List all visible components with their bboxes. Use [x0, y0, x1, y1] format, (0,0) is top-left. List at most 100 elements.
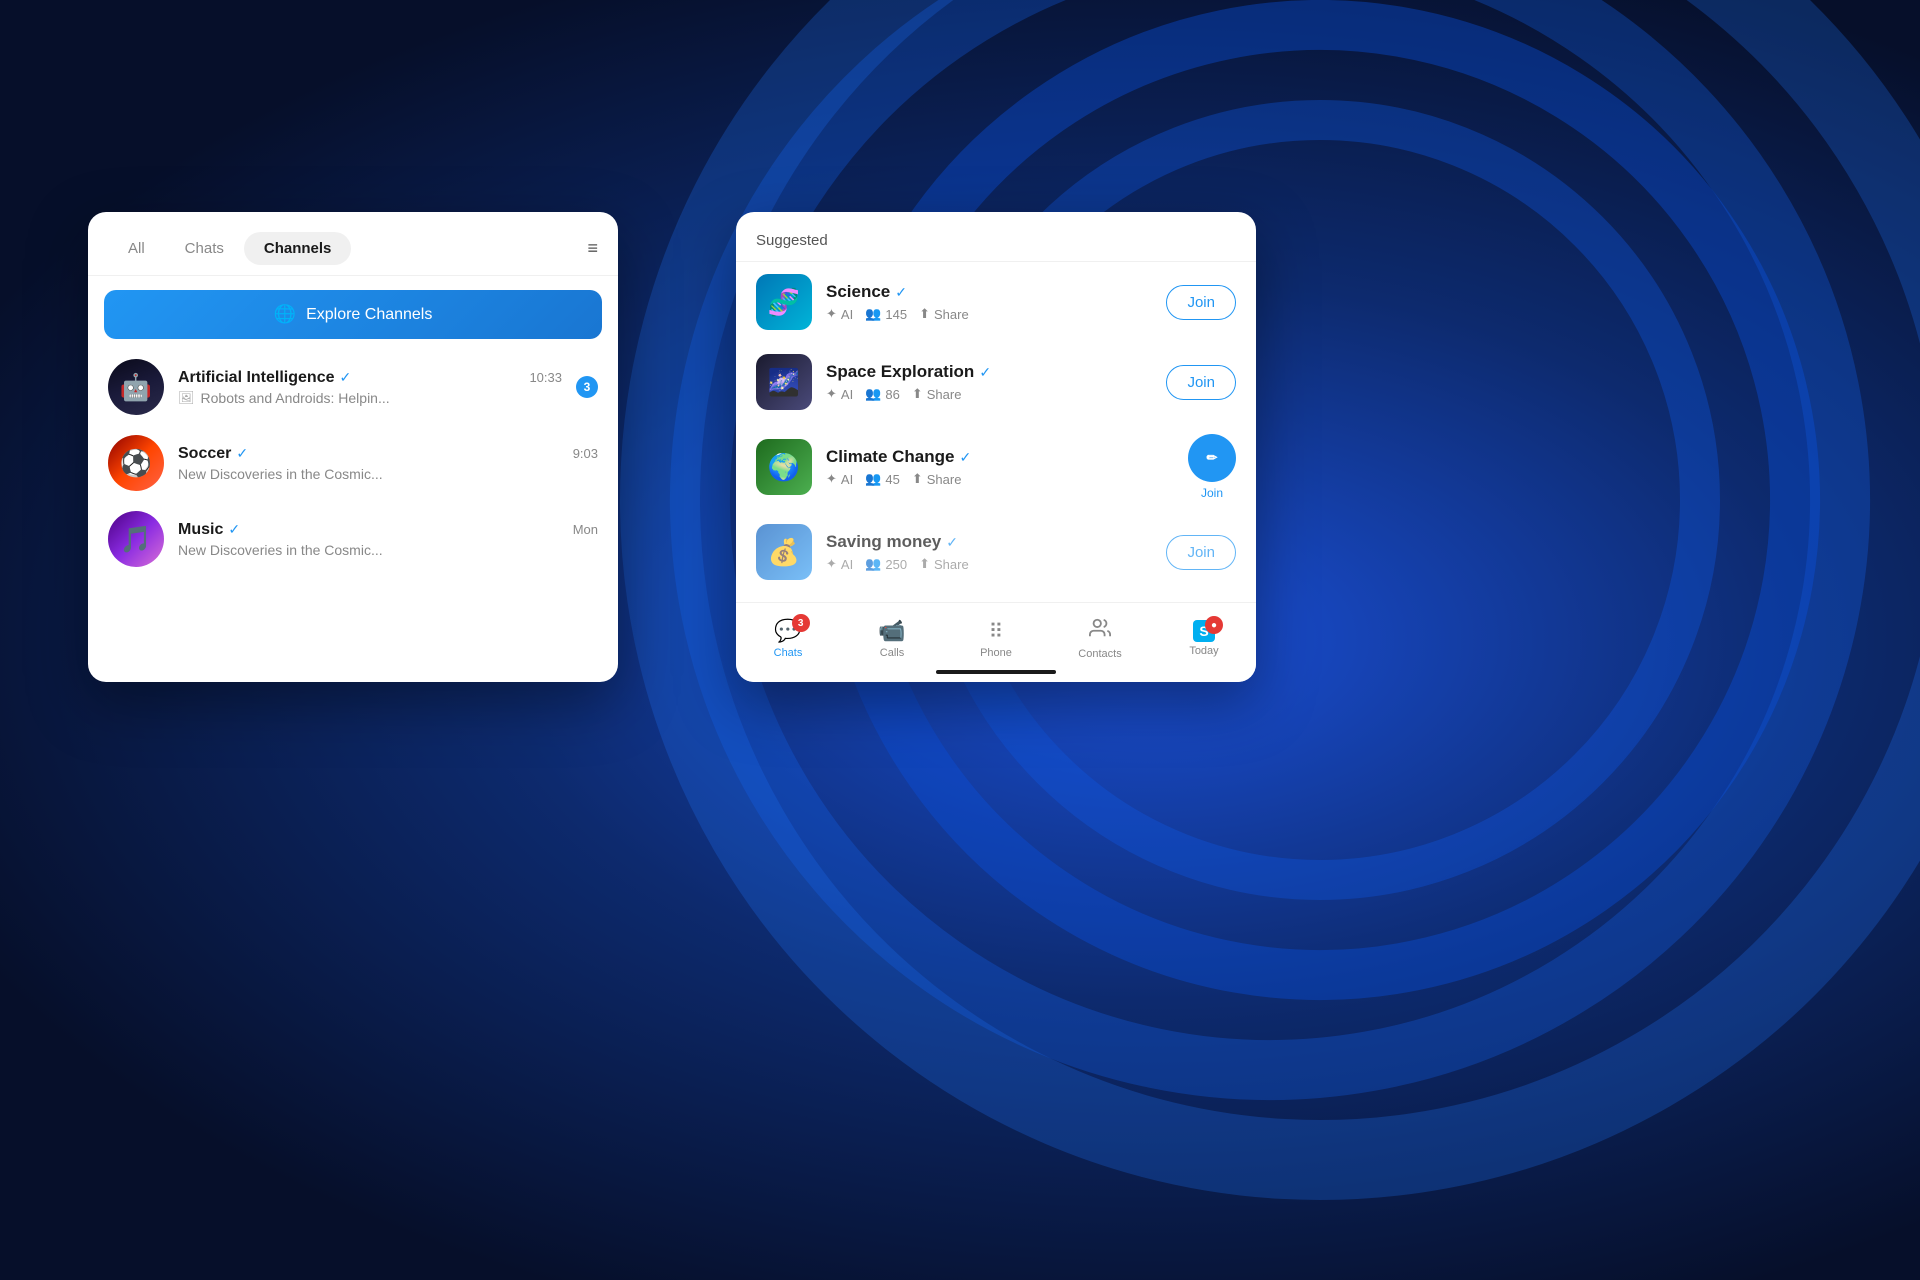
channel-name-soccer: Soccer: [178, 445, 231, 463]
suggested-name-row-science: Science ✓: [826, 282, 1152, 302]
channel-preview-music: New Discoveries in the Cosmic...: [178, 542, 598, 558]
channel-avatar-music: 🎵: [108, 511, 164, 567]
globe-icon: 🌐: [274, 304, 296, 325]
join-label-climate: Join: [1201, 486, 1223, 500]
channel-header-soccer: Soccer ✓ 9:03: [178, 445, 598, 463]
verified-badge-science: ✓: [895, 284, 907, 301]
suggested-name-row-space: Space Exploration ✓: [826, 362, 1152, 382]
nav-label-today: Today: [1189, 645, 1218, 657]
verified-badge-climate: ✓: [959, 449, 971, 466]
channel-preview-text-ai: Robots and Androids: Helpin...: [201, 390, 390, 406]
suggested-meta-climate: ✦ AI 👥 45 ⬆ Share: [826, 471, 1174, 487]
members-science: 👥 145: [865, 306, 907, 322]
nav-label-calls: Calls: [880, 647, 904, 659]
channel-name-row-ai: Artificial Intelligence ✓: [178, 369, 351, 387]
channel-header-ai: Artificial Intelligence ✓ 10:33: [178, 369, 562, 387]
compose-icon: ✏: [1207, 450, 1218, 466]
image-icon-ai: 🖼: [178, 390, 195, 406]
share-climate: ⬆ Share: [912, 471, 962, 487]
ai-label-science: ✦ AI: [826, 306, 853, 322]
suggested-panel: Suggested 🧬 Science ✓ ✦ AI 👥 145 ⬆ Share…: [736, 212, 1256, 682]
chats-badge: 3: [792, 614, 810, 632]
tab-chats[interactable]: Chats: [165, 232, 244, 265]
suggested-name-space: Space Exploration: [826, 362, 974, 382]
suggested-item-saving[interactable]: 💰 Saving money ✓ ✦ AI 👥 250 ⬆ Share Join: [744, 512, 1248, 592]
suggested-info-science: Science ✓ ✦ AI 👥 145 ⬆ Share: [826, 282, 1152, 322]
channel-avatar-ai: 🤖: [108, 359, 164, 415]
suggested-item-space[interactable]: 🌌 Space Exploration ✓ ✦ AI 👥 86 ⬆ Share …: [744, 342, 1248, 422]
explore-button-label: Explore Channels: [306, 306, 432, 324]
compose-fab-button[interactable]: ✏: [1188, 434, 1236, 482]
suggested-meta-saving: ✦ AI 👥 250 ⬆ Share: [826, 556, 1152, 572]
channel-preview-ai: 🖼 Robots and Androids: Helpin...: [178, 390, 562, 406]
ai-face-icon: 🤖: [108, 359, 164, 415]
space-img: 🌌: [756, 354, 812, 410]
channel-list: 🤖 Artificial Intelligence ✓ 10:33 🖼 Robo…: [88, 349, 618, 577]
nav-item-phone[interactable]: ⠿ Phone: [944, 619, 1048, 659]
channel-name-row-soccer: Soccer ✓: [178, 445, 248, 463]
channel-name-ai: Artificial Intelligence: [178, 369, 334, 387]
share-science: ⬆ Share: [919, 306, 969, 322]
channel-preview-text-music: New Discoveries in the Cosmic...: [178, 542, 383, 558]
home-indicator: [936, 670, 1056, 674]
verified-badge-music: ✓: [228, 521, 240, 538]
channel-item-ai[interactable]: 🤖 Artificial Intelligence ✓ 10:33 🖼 Robo…: [96, 349, 610, 425]
channel-name-music: Music: [178, 521, 223, 539]
tab-all[interactable]: All: [108, 232, 165, 265]
join-button-science[interactable]: Join: [1166, 285, 1236, 320]
suggested-meta-science: ✦ AI 👥 145 ⬆ Share: [826, 306, 1152, 322]
nav-item-calls[interactable]: 📹 Calls: [840, 618, 944, 659]
channel-time-soccer: 9:03: [573, 446, 598, 461]
suggested-avatar-science: 🧬: [756, 274, 812, 330]
join-button-saving[interactable]: Join: [1166, 535, 1236, 570]
ai-label-saving: ✦ AI: [826, 556, 853, 572]
suggested-meta-space: ✦ AI 👥 86 ⬆ Share: [826, 386, 1152, 402]
climate-img: 🌍: [756, 439, 812, 495]
verified-badge-soccer: ✓: [236, 445, 248, 462]
suggested-avatar-space: 🌌: [756, 354, 812, 410]
verified-badge-space: ✓: [979, 364, 991, 381]
channel-preview-text-soccer: New Discoveries in the Cosmic...: [178, 466, 383, 482]
explore-channels-button[interactable]: 🌐 Explore Channels: [104, 290, 602, 339]
contacts-nav-icon: [1089, 617, 1111, 645]
chats-nav-icon: 💬 3: [774, 618, 801, 644]
suggested-name-saving: Saving money: [826, 532, 941, 552]
phone-nav-icon: ⠿: [989, 619, 1004, 644]
join-fab-group: ✏ Join: [1188, 434, 1236, 500]
suggested-item-climate[interactable]: 🌍 Climate Change ✓ ✦ AI 👥 45 ⬆ Share ✏ J…: [744, 422, 1248, 512]
ai-label-space: ✦ AI: [826, 386, 853, 402]
suggested-info-climate: Climate Change ✓ ✦ AI 👥 45 ⬆ Share: [826, 447, 1174, 487]
channel-name-row-music: Music ✓: [178, 521, 240, 539]
unread-badge-ai: 3: [576, 376, 598, 398]
channel-item-music[interactable]: 🎵 Music ✓ Mon New Discoveries in the Cos…: [96, 501, 610, 577]
nav-item-contacts[interactable]: Contacts: [1048, 617, 1152, 660]
nav-item-today[interactable]: S ● Today: [1152, 620, 1256, 657]
channel-header-music: Music ✓ Mon: [178, 521, 598, 539]
suggested-name-row-climate: Climate Change ✓: [826, 447, 1174, 467]
suggested-name-science: Science: [826, 282, 890, 302]
join-button-space[interactable]: Join: [1166, 365, 1236, 400]
nav-item-chats[interactable]: 💬 3 Chats: [736, 618, 840, 659]
science-img: 🧬: [756, 274, 812, 330]
nav-label-chats: Chats: [774, 647, 803, 659]
nav-label-phone: Phone: [980, 647, 1012, 659]
suggested-item-science[interactable]: 🧬 Science ✓ ✦ AI 👥 145 ⬆ Share Join: [744, 262, 1248, 342]
ai-label-climate: ✦ AI: [826, 471, 853, 487]
verified-badge-saving: ✓: [946, 534, 958, 551]
suggested-name-row-saving: Saving money ✓: [826, 532, 1152, 552]
saving-img: 💰: [756, 524, 812, 580]
nav-label-contacts: Contacts: [1078, 648, 1121, 660]
channel-info-soccer: Soccer ✓ 9:03 New Discoveries in the Cos…: [178, 445, 598, 482]
channel-info-music: Music ✓ Mon New Discoveries in the Cosmi…: [178, 521, 598, 558]
share-saving: ⬆ Share: [919, 556, 969, 572]
channel-time-music: Mon: [573, 522, 598, 537]
calls-nav-icon: 📹: [878, 618, 905, 644]
music-img: 🎵: [108, 511, 164, 567]
bottom-navigation: 💬 3 Chats 📹 Calls ⠿ Phone Contacts: [736, 602, 1256, 682]
suggested-title: Suggested: [736, 212, 1256, 262]
channel-item-soccer[interactable]: ⚽ Soccer ✓ 9:03 New Discoveries in the C…: [96, 425, 610, 501]
verified-badge-ai: ✓: [339, 369, 351, 386]
today-nav-icon: S ●: [1193, 620, 1215, 642]
filter-icon[interactable]: ≡: [587, 238, 598, 259]
tab-channels[interactable]: Channels: [244, 232, 352, 265]
